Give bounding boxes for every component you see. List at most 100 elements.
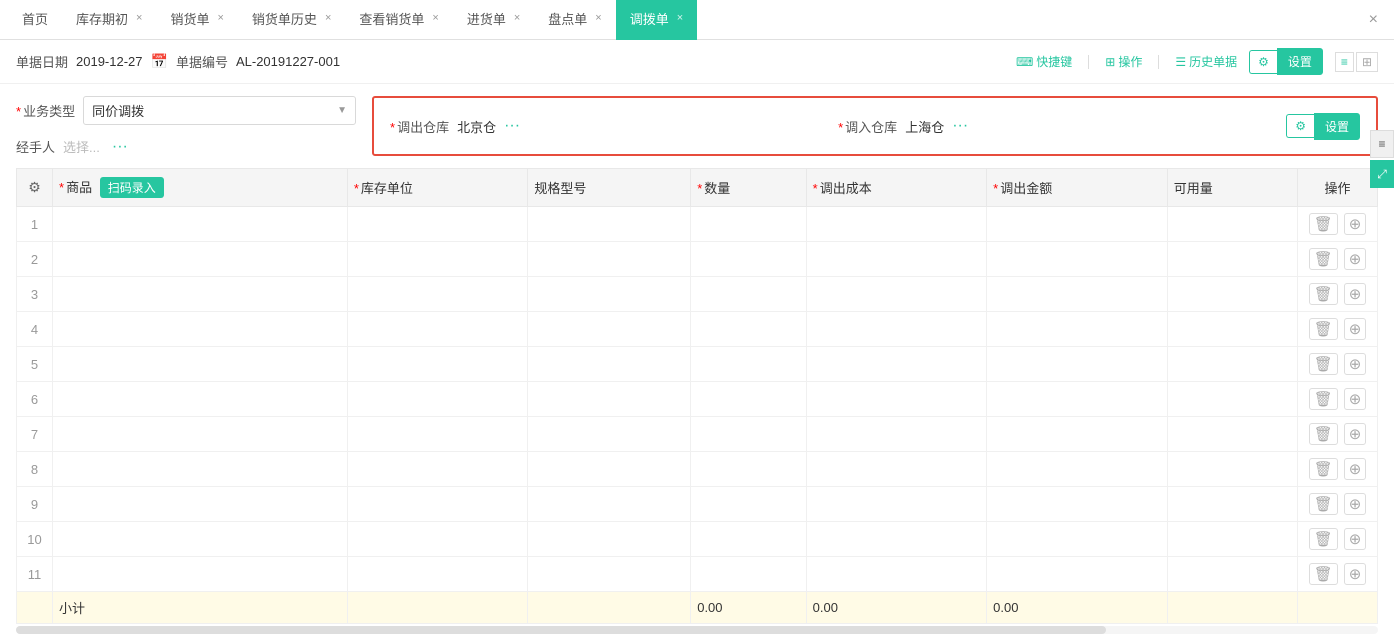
close-all-tabs[interactable]: ×: [1361, 11, 1386, 29]
row-num-1: 1: [17, 207, 53, 242]
row-goods-1[interactable]: [53, 207, 348, 242]
tab-transfer-order[interactable]: 调拨单 ×: [616, 0, 697, 40]
history-btn[interactable]: ☰ 历史单据: [1175, 53, 1237, 70]
copy-row-11-btn[interactable]: ⊕: [1344, 563, 1367, 585]
row-num-10: 10: [17, 522, 53, 557]
copy-row-1-btn[interactable]: ⊕: [1344, 213, 1367, 235]
settings-gear-btn[interactable]: ⚙: [1249, 50, 1277, 74]
th-available: 可用量: [1167, 169, 1297, 207]
table-settings-icon[interactable]: ⚙: [28, 179, 41, 195]
warehouse-settings-text-btn[interactable]: 设置: [1314, 113, 1360, 140]
tab-inventory-check[interactable]: 盘点单 ×: [534, 0, 615, 40]
copy-row-9-btn[interactable]: ⊕: [1344, 493, 1367, 515]
shortcut-btn[interactable]: ⌨ 快捷键: [1016, 53, 1072, 70]
row-cost-2[interactable]: [806, 242, 987, 277]
out-warehouse-field: *调出仓库 北京仓 ···: [390, 117, 822, 136]
tab-sales-history[interactable]: 销货单历史 ×: [238, 0, 345, 40]
copy-row-2-btn[interactable]: ⊕: [1344, 248, 1367, 270]
toolbar-left: 单据日期 2019-12-27 📅 单据编号 AL-20191227-001: [16, 52, 1000, 71]
row-unit-3[interactable]: [347, 277, 528, 312]
delete-row-5-btn[interactable]: 🗑: [1309, 353, 1338, 375]
tab-close-inventory-init[interactable]: ×: [136, 13, 142, 24]
row-unit-2[interactable]: [347, 242, 528, 277]
copy-row-8-btn[interactable]: ⊕: [1344, 458, 1367, 480]
row-op-2: 🗑 ⊕: [1298, 242, 1378, 277]
tab-close-inventory-check[interactable]: ×: [595, 13, 601, 24]
no-label: 单据编号: [176, 52, 228, 71]
tab-close-sales-history[interactable]: ×: [325, 13, 331, 24]
row-cost-3[interactable]: [806, 277, 987, 312]
row-available-2[interactable]: [1167, 242, 1297, 277]
handler-select[interactable]: 选择...: [63, 137, 100, 156]
calendar-icon[interactable]: 📅: [151, 53, 168, 70]
row-available-1[interactable]: [1167, 207, 1297, 242]
history-icon: ☰: [1175, 55, 1186, 69]
delete-row-11-btn[interactable]: 🗑: [1309, 563, 1338, 585]
copy-row-7-btn[interactable]: ⊕: [1344, 423, 1367, 445]
handler-more-btn[interactable]: ···: [108, 138, 132, 156]
layout-grid-btn[interactable]: ⊞: [1356, 52, 1378, 72]
row-num-2: 2: [17, 242, 53, 277]
delete-row-6-btn[interactable]: 🗑: [1309, 388, 1338, 410]
delete-row-2-btn[interactable]: 🗑: [1309, 248, 1338, 270]
h-scrollbar-thumb: [16, 626, 1106, 634]
row-qty-1[interactable]: [691, 207, 806, 242]
delete-row-4-btn[interactable]: 🗑: [1309, 318, 1338, 340]
row-amount-1[interactable]: [987, 207, 1168, 242]
tab-sales-order[interactable]: 销货单 ×: [156, 0, 237, 40]
copy-row-4-btn[interactable]: ⊕: [1344, 318, 1367, 340]
divider1: [1088, 55, 1089, 69]
op-icons-1: 🗑 ⊕: [1304, 213, 1371, 235]
th-goods: *商品 扫码录入: [53, 169, 348, 207]
in-warehouse-star: *: [838, 120, 843, 135]
settings-text-btn[interactable]: 设置: [1277, 48, 1323, 75]
row-unit-1[interactable]: [347, 207, 528, 242]
settings-group: ⚙ 设置: [1249, 48, 1323, 75]
out-warehouse-more-btn[interactable]: ···: [504, 117, 520, 135]
copy-row-5-btn[interactable]: ⊕: [1344, 353, 1367, 375]
tab-close-sales-order[interactable]: ×: [217, 13, 223, 24]
row-spec-3[interactable]: [528, 277, 691, 312]
right-expand-btn[interactable]: ⤢: [1370, 160, 1394, 188]
h-scrollbar[interactable]: [16, 626, 1378, 634]
subtotal-qty: 0.00: [691, 592, 806, 624]
tab-view-sales[interactable]: 查看销货单 ×: [345, 0, 452, 40]
delete-row-9-btn[interactable]: 🗑: [1309, 493, 1338, 515]
business-type-select[interactable]: 同价调拨 ▼: [83, 96, 356, 125]
th-qty: *数量: [691, 169, 806, 207]
tab-close-purchase-order[interactable]: ×: [514, 13, 520, 24]
row-goods-2[interactable]: [53, 242, 348, 277]
row-qty-2[interactable]: [691, 242, 806, 277]
delete-row-3-btn[interactable]: 🗑: [1309, 283, 1338, 305]
delete-row-1-btn[interactable]: 🗑: [1309, 213, 1338, 235]
right-list-btn[interactable]: ≡: [1370, 130, 1394, 158]
row-spec-2[interactable]: [528, 242, 691, 277]
th-op: 操作: [1298, 169, 1378, 207]
operation-btn[interactable]: ⊞ 操作: [1105, 53, 1142, 70]
tab-purchase-order[interactable]: 进货单 ×: [453, 0, 534, 40]
tab-home[interactable]: 首页: [8, 0, 62, 40]
delete-row-10-btn[interactable]: 🗑: [1309, 528, 1338, 550]
delete-row-7-btn[interactable]: 🗑: [1309, 423, 1338, 445]
row-num-5: 5: [17, 347, 53, 382]
row-amount-2[interactable]: [987, 242, 1168, 277]
tab-close-view-sales[interactable]: ×: [432, 13, 438, 24]
row-cost-1[interactable]: [806, 207, 987, 242]
row-spec-1[interactable]: [528, 207, 691, 242]
row-goods-3[interactable]: [53, 277, 348, 312]
in-warehouse-more-btn[interactable]: ···: [952, 117, 968, 135]
row-available-3[interactable]: [1167, 277, 1297, 312]
copy-row-3-btn[interactable]: ⊕: [1344, 283, 1367, 305]
copy-row-10-btn[interactable]: ⊕: [1344, 528, 1367, 550]
row-qty-3[interactable]: [691, 277, 806, 312]
warehouse-gear-btn[interactable]: ⚙: [1286, 114, 1314, 138]
tab-inventory-init[interactable]: 库存期初 ×: [62, 0, 156, 40]
row-amount-3[interactable]: [987, 277, 1168, 312]
out-warehouse-label: *调出仓库: [390, 117, 449, 136]
scan-btn[interactable]: 扫码录入: [100, 177, 164, 198]
copy-row-6-btn[interactable]: ⊕: [1344, 388, 1367, 410]
delete-row-8-btn[interactable]: 🗑: [1309, 458, 1338, 480]
layout-list-btn[interactable]: ≡: [1335, 52, 1354, 72]
tab-close-transfer-order[interactable]: ×: [677, 13, 683, 24]
subtotal-label: 小计: [53, 592, 348, 624]
